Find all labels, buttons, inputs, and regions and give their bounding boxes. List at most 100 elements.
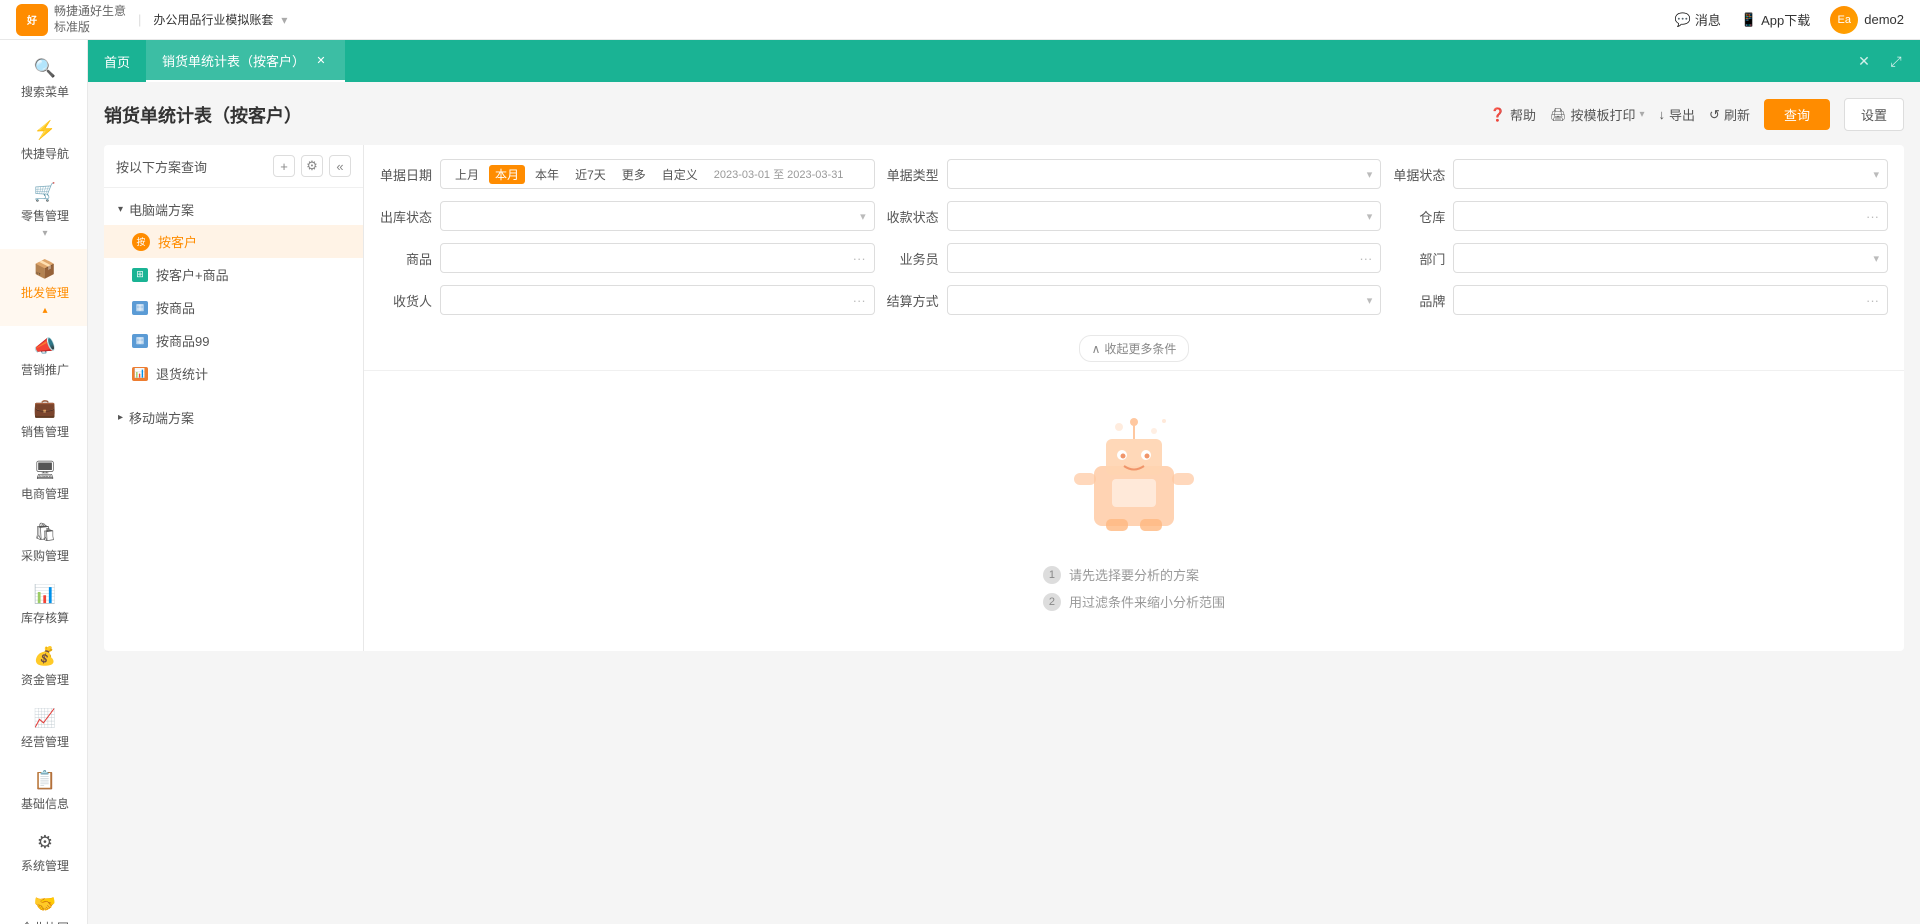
date-tag-last-month[interactable]: 上月: [449, 165, 485, 184]
tab-sales-stat[interactable]: 销货单统计表（按客户） ✕: [146, 40, 345, 82]
main-layout: 🔍 搜索菜单 ⚡ 快捷导航 🛒 零售管理 ▾ 📦 批发管理 ▴ 📣 营销推广 💼…: [0, 40, 1920, 924]
scheme-item-by-customer-goods[interactable]: ⊞ 按客户+商品: [104, 258, 363, 291]
sidebar-item-inventory[interactable]: 📊 库存核算: [0, 574, 87, 636]
user-profile[interactable]: Ea demo2: [1830, 6, 1904, 34]
empty-illustration: [1064, 411, 1204, 541]
logo-area: 好 畅捷通好生意 标准版: [16, 4, 126, 36]
doc-status-input[interactable]: ▾: [1453, 159, 1888, 189]
date-tag-this-month[interactable]: 本月: [489, 165, 525, 184]
sidebar-item-label: 经营管理: [21, 733, 69, 750]
by-customer-icon: 按: [132, 233, 150, 251]
logo-text: 畅捷通好生意 标准版: [54, 4, 126, 35]
filter-row-3: 商品 ··· 业务员 ···: [380, 243, 1888, 273]
brand-label: 品牌: [1393, 291, 1445, 310]
export-btn[interactable]: ↓ 导出: [1659, 105, 1696, 124]
goods-input[interactable]: ···: [440, 243, 875, 273]
query-btn[interactable]: 查询: [1764, 99, 1830, 130]
settlement-input[interactable]: ▾: [947, 285, 1382, 315]
doc-type-input[interactable]: ▾: [947, 159, 1382, 189]
sidebar-item-operation[interactable]: 📈 经营管理: [0, 698, 87, 760]
goods-label: 商品: [380, 249, 432, 268]
settings-btn[interactable]: 设置: [1844, 98, 1904, 131]
collapse-btn[interactable]: ∧ 收起更多条件: [1079, 335, 1190, 362]
sidebar-item-purchase[interactable]: 🛍 采购管理: [0, 512, 87, 574]
refresh-btn[interactable]: ↺ 刷新: [1709, 105, 1750, 124]
sidebar-item-search-menu[interactable]: 🔍 搜索菜单: [0, 48, 87, 110]
hint-num-2: 2: [1043, 593, 1061, 611]
scheme-panel: 按以下方案查询 + ⚙ « ▾ 电脑端方案: [104, 145, 364, 651]
scheme-item-return-stat[interactable]: 📊 退货统计: [104, 357, 363, 390]
scheme-item-label: 退货统计: [156, 364, 208, 383]
date-tag-7days[interactable]: 近7天: [569, 165, 612, 184]
out-status-chevron: ▾: [860, 210, 866, 223]
date-tag-custom[interactable]: 自定义: [656, 165, 704, 184]
sidebar-item-basic-info[interactable]: 📋 基础信息: [0, 760, 87, 822]
date-tag-this-year[interactable]: 本年: [529, 165, 565, 184]
salesperson-input[interactable]: ···: [947, 243, 1382, 273]
tab-close-icon[interactable]: ✕: [313, 52, 329, 68]
retail-mgmt-icon: 🛒: [34, 182, 56, 203]
help-btn[interactable]: ❓ 帮助: [1490, 105, 1536, 124]
scheme-group-pc-title[interactable]: ▾ 电脑端方案: [104, 194, 363, 225]
receipt-status-chevron: ▾: [1367, 210, 1373, 223]
page-header: 销货单统计表（按客户） ❓ 帮助 🖨 按模板打印 ▾ ↓ 导出: [104, 98, 1904, 131]
tab-maximize-btn[interactable]: ⤢: [1884, 49, 1908, 73]
filter-area: 单据日期 上月 本月 本年 近7天 更多 自定义: [364, 145, 1904, 371]
sidebar-item-enterprise-coop[interactable]: 🤝 企业协同: [0, 884, 87, 924]
app-download-action[interactable]: 📱 App下载: [1741, 10, 1810, 29]
filter-field-goods: 商品 ···: [380, 243, 875, 273]
warehouse-input[interactable]: ···: [1453, 201, 1888, 231]
doc-status-label: 单据状态: [1393, 165, 1445, 184]
message-action[interactable]: 💬 消息: [1675, 10, 1721, 29]
settlement-chevron: ▾: [1367, 294, 1373, 307]
empty-svg: [1064, 411, 1204, 541]
dept-input[interactable]: ▾: [1453, 243, 1888, 273]
filter-row-2: 出库状态 ▾ 收款状态 ▾: [380, 201, 1888, 231]
sidebar-item-system[interactable]: ⚙ 系统管理: [0, 822, 87, 884]
sidebar-item-label: 电商管理: [21, 485, 69, 502]
sidebar-item-label: 库存核算: [21, 609, 69, 626]
ecommerce-icon: 🖥: [34, 460, 57, 481]
goods-dots: ···: [853, 251, 866, 266]
scheme-item-by-goods[interactable]: ▦ 按商品: [104, 291, 363, 324]
operation-icon: 📈: [34, 708, 56, 729]
export-icon: ↓: [1659, 107, 1666, 122]
receipt-status-input[interactable]: ▾: [947, 201, 1382, 231]
scheme-settings-btn[interactable]: ⚙: [301, 155, 323, 177]
sidebar-item-label: 采购管理: [21, 547, 69, 564]
brand-input[interactable]: ···: [1453, 285, 1888, 315]
sidebar-item-ecommerce[interactable]: 🖥 电商管理: [0, 450, 87, 512]
scheme-header-title: 按以下方案查询: [116, 157, 207, 176]
sidebar-item-label: 资金管理: [21, 671, 69, 688]
template-print-btn[interactable]: 🖨 按模板打印 ▾: [1550, 105, 1645, 124]
breadcrumb-dropdown-icon[interactable]: ▾: [281, 13, 287, 27]
tab-close-window-btn[interactable]: ✕: [1852, 49, 1876, 73]
sidebar-item-marketing[interactable]: 📣 营销推广: [0, 326, 87, 388]
sidebar-item-sales-mgmt[interactable]: 💼 销售管理: [0, 388, 87, 450]
basic-info-icon: 📋: [34, 770, 56, 791]
message-icon: 💬: [1675, 12, 1691, 28]
sidebar-item-finance[interactable]: 💰 资金管理: [0, 636, 87, 698]
enterprise-coop-icon: 🤝: [34, 894, 56, 915]
receiver-input[interactable]: ···: [440, 285, 875, 315]
by-goods-icon: ▦: [132, 301, 148, 315]
scheme-group-mobile: ▸ 移动端方案: [104, 396, 363, 439]
scheme-item-by-customer[interactable]: 按 按客户: [104, 225, 363, 258]
scheme-item-by-goods-99[interactable]: ▦ 按商品99: [104, 324, 363, 357]
date-tag-more[interactable]: 更多: [616, 165, 652, 184]
filter-field-warehouse: 仓库 ···: [1393, 201, 1888, 231]
empty-hint-2: 2 用过滤条件来缩小分析范围: [1043, 592, 1225, 611]
date-input[interactable]: 上月 本月 本年 近7天 更多 自定义 2023-03-01 至 2023-03…: [440, 159, 875, 189]
scheme-group-mobile-title[interactable]: ▸ 移动端方案: [104, 402, 363, 433]
out-status-input[interactable]: ▾: [440, 201, 875, 231]
sidebar-item-wholesale-mgmt[interactable]: 📦 批发管理 ▴: [0, 249, 87, 326]
sidebar-item-label: 零售管理: [21, 207, 69, 224]
filter-field-receiver: 收货人 ···: [380, 285, 875, 315]
filter-field-settlement: 结算方式 ▾: [887, 285, 1382, 315]
page-content: 销货单统计表（按客户） ❓ 帮助 🖨 按模板打印 ▾ ↓ 导出: [88, 82, 1920, 924]
sidebar-item-retail-mgmt[interactable]: 🛒 零售管理 ▾: [0, 172, 87, 249]
sidebar-item-quick-nav[interactable]: ⚡ 快捷导航: [0, 110, 87, 172]
scheme-add-btn[interactable]: +: [273, 155, 295, 177]
tab-home[interactable]: 首页: [88, 40, 146, 82]
scheme-collapse-btn[interactable]: «: [329, 155, 351, 177]
